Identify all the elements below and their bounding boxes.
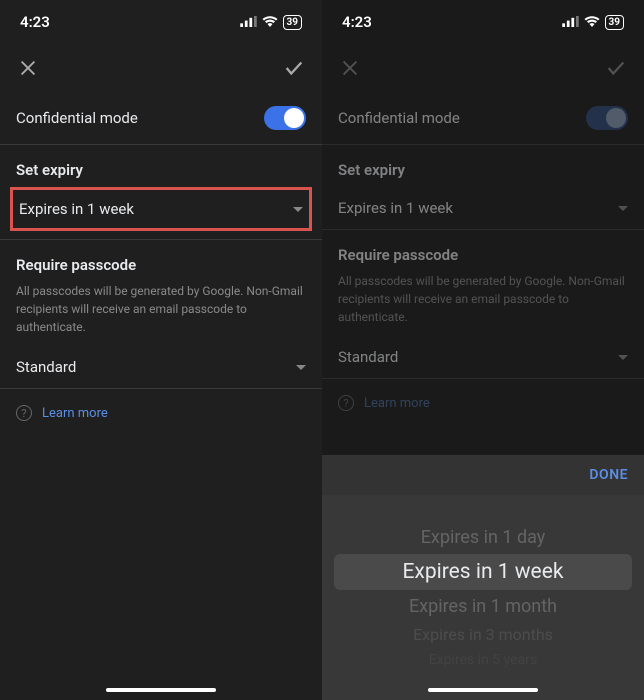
wifi-icon bbox=[584, 13, 600, 31]
status-bar: 4:23 39 bbox=[0, 0, 322, 44]
status-icons: 39 bbox=[240, 13, 302, 31]
done-button[interactable]: DONE bbox=[589, 467, 628, 483]
expiry-dropdown[interactable]: Expires in 1 week bbox=[322, 187, 644, 229]
picker-overlay: DONE Expires in 1 day Expires in 1 week … bbox=[322, 455, 644, 700]
confirm-icon[interactable] bbox=[604, 56, 628, 80]
battery-icon: 39 bbox=[283, 15, 302, 30]
learn-more-row[interactable]: ? Learn more bbox=[0, 389, 322, 437]
expiry-dropdown[interactable]: Expires in 1 week bbox=[10, 187, 312, 231]
set-expiry-label: Set expiry bbox=[0, 145, 322, 187]
learn-more-row[interactable]: ? Learn more bbox=[322, 379, 644, 427]
confidential-label: Confidential mode bbox=[338, 109, 460, 127]
chevron-down-icon bbox=[618, 355, 628, 360]
screen-left: 4:23 39 Confidential mode Set expiry Exp… bbox=[0, 0, 322, 700]
passcode-value: Standard bbox=[16, 358, 76, 376]
passcode-dropdown[interactable]: Standard bbox=[0, 346, 322, 388]
help-icon: ? bbox=[16, 405, 32, 421]
picker-option-selected[interactable]: Expires in 1 week bbox=[334, 554, 632, 590]
status-bar: 4:23 39 bbox=[322, 0, 644, 44]
passcode-value: Standard bbox=[338, 348, 398, 366]
home-indicator[interactable] bbox=[106, 688, 216, 692]
set-expiry-label: Set expiry bbox=[322, 145, 644, 187]
signal-icon bbox=[562, 13, 579, 31]
require-passcode-label: Require passcode bbox=[0, 240, 322, 282]
picker-option[interactable]: Expires in 1 day bbox=[322, 523, 644, 552]
help-icon: ? bbox=[338, 395, 354, 411]
header bbox=[0, 44, 322, 92]
passcode-help-text: All passcodes will be generated by Googl… bbox=[0, 282, 322, 346]
status-icons: 39 bbox=[562, 13, 624, 31]
learn-more-link[interactable]: Learn more bbox=[42, 406, 108, 421]
confidential-mode-row: Confidential mode bbox=[322, 92, 644, 144]
confidential-toggle[interactable] bbox=[586, 106, 628, 130]
chevron-down-icon bbox=[293, 207, 303, 212]
require-passcode-label: Require passcode bbox=[322, 230, 644, 272]
picker-toolbar: DONE bbox=[322, 455, 644, 495]
close-icon[interactable] bbox=[16, 56, 40, 80]
picker-option[interactable]: Expires in 5 years bbox=[322, 648, 644, 672]
chevron-down-icon bbox=[296, 365, 306, 370]
signal-icon bbox=[240, 13, 257, 31]
chevron-down-icon bbox=[618, 206, 628, 211]
status-time: 4:23 bbox=[342, 13, 372, 31]
picker-option[interactable]: Expires in 3 months bbox=[322, 621, 644, 648]
close-icon[interactable] bbox=[338, 56, 362, 80]
header bbox=[322, 44, 644, 92]
passcode-help-text: All passcodes will be generated by Googl… bbox=[322, 272, 644, 336]
home-indicator[interactable] bbox=[428, 688, 538, 692]
battery-icon: 39 bbox=[605, 15, 624, 30]
expiry-value: Expires in 1 week bbox=[19, 200, 134, 218]
screen-right: 4:23 39 Confidential mode bbox=[322, 0, 644, 700]
picker-option[interactable]: Expires in 1 month bbox=[322, 592, 644, 621]
confidential-mode-row: Confidential mode bbox=[0, 92, 322, 144]
confidential-label: Confidential mode bbox=[16, 109, 138, 127]
confidential-toggle[interactable] bbox=[264, 106, 306, 130]
expiry-value: Expires in 1 week bbox=[338, 199, 453, 217]
confirm-icon[interactable] bbox=[282, 56, 306, 80]
picker-wheel[interactable]: Expires in 1 day Expires in 1 week Expir… bbox=[322, 495, 644, 700]
status-time: 4:23 bbox=[20, 13, 50, 31]
wifi-icon bbox=[262, 13, 278, 31]
learn-more-link[interactable]: Learn more bbox=[364, 396, 430, 411]
passcode-dropdown[interactable]: Standard bbox=[322, 336, 644, 378]
